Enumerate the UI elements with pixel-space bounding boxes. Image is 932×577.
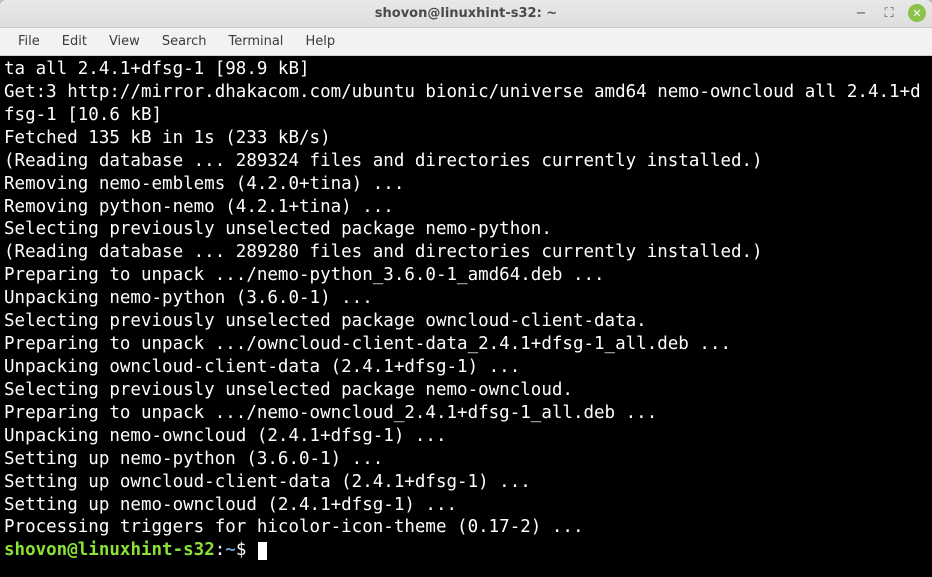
- prompt-at: @: [67, 540, 78, 560]
- maximize-button[interactable]: ⛶: [880, 4, 898, 22]
- prompt-user: shovon: [4, 540, 67, 560]
- close-button[interactable]: ✕: [908, 4, 926, 22]
- prompt-dollar: $: [236, 540, 247, 560]
- minimize-button[interactable]: −: [852, 4, 870, 22]
- cursor: [258, 542, 267, 560]
- menu-file[interactable]: File: [8, 31, 50, 52]
- terminal-window: shovon@linuxhint-s32: ~ − ⛶ ✕ File Edit …: [0, 0, 932, 577]
- window-title: shovon@linuxhint-s32: ~: [375, 6, 557, 21]
- terminal-output: ta all 2.4.1+dfsg-1 [98.9 kB] Get:3 http…: [4, 59, 921, 537]
- titlebar[interactable]: shovon@linuxhint-s32: ~ − ⛶ ✕: [0, 0, 932, 28]
- close-icon: ✕: [912, 7, 921, 20]
- window-controls: − ⛶ ✕: [852, 4, 926, 22]
- prompt-path: ~: [225, 540, 236, 560]
- menubar: File Edit View Search Terminal Help: [0, 28, 932, 56]
- menu-view[interactable]: View: [99, 31, 150, 52]
- menu-terminal[interactable]: Terminal: [218, 31, 293, 52]
- minimize-icon: −: [856, 6, 867, 21]
- terminal-area[interactable]: ta all 2.4.1+dfsg-1 [98.9 kB] Get:3 http…: [0, 56, 932, 577]
- prompt-host: linuxhint-s32: [78, 540, 215, 560]
- maximize-icon: ⛶: [884, 6, 893, 21]
- menu-help[interactable]: Help: [295, 31, 345, 52]
- prompt-colon: :: [215, 540, 226, 560]
- menu-edit[interactable]: Edit: [52, 31, 97, 52]
- menu-search[interactable]: Search: [152, 31, 217, 52]
